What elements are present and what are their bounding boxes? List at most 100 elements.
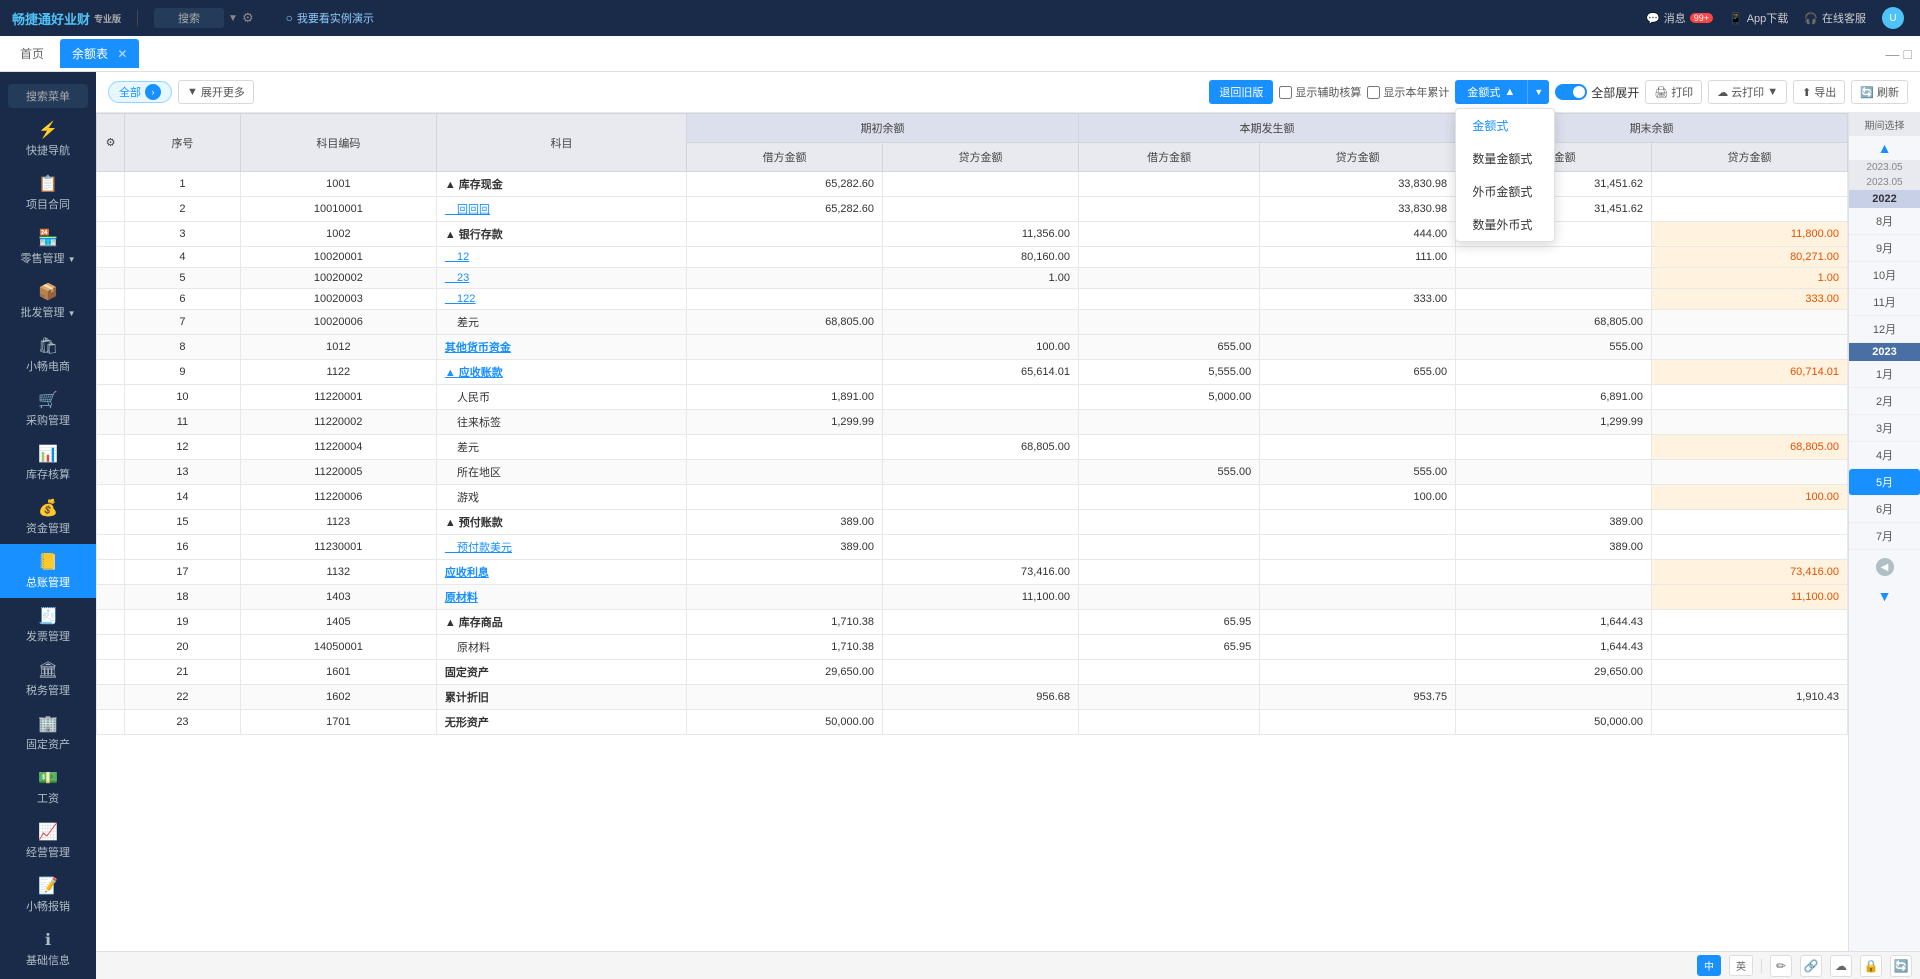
- rp-collapse-btn[interactable]: ◀: [1876, 558, 1894, 576]
- tab-home[interactable]: 首页: [8, 39, 56, 68]
- search-box[interactable]: 搜索 ▼ ⚙: [154, 8, 254, 28]
- mode-dropdown-btn[interactable]: ▼: [1527, 80, 1549, 104]
- rp-month-2[interactable]: 2月: [1849, 388, 1920, 415]
- row-opening-credit: 956.68: [883, 685, 1079, 710]
- wholesale-icon: 📦: [4, 282, 92, 302]
- sidebar-item-base[interactable]: ℹ 基础信息: [0, 922, 96, 976]
- rp-month-4[interactable]: 4月: [1849, 442, 1920, 469]
- rp-month-3[interactable]: 3月: [1849, 415, 1920, 442]
- sidebar-item-retail[interactable]: 🏪 零售管理 ▼: [0, 220, 96, 274]
- row-opening-credit: [883, 385, 1079, 410]
- row-subject[interactable]: 23: [436, 268, 686, 289]
- rp-down-btn[interactable]: ▼: [1878, 588, 1892, 604]
- sidebar-item-assets[interactable]: 🏢 固定资产: [0, 706, 96, 760]
- row-opening-credit: [883, 485, 1079, 510]
- sidebar-item-capital[interactable]: 💰 资金管理: [0, 490, 96, 544]
- app-edition: 专业版: [94, 12, 121, 25]
- rp-month-8[interactable]: 8月: [1849, 208, 1920, 235]
- demo-link[interactable]: ○ 我要看实例演示: [286, 10, 374, 26]
- rp-up-btn[interactable]: ▲: [1878, 140, 1892, 156]
- dropdown-item-amount[interactable]: 金额式: [1456, 109, 1554, 142]
- sidebar-item-contract[interactable]: 📋 项目合同: [0, 166, 96, 220]
- minimize-icon[interactable]: —: [1886, 46, 1900, 62]
- support-icon: 🎧: [1804, 12, 1818, 25]
- content-area: 全部 › ▼ 展开更多 退回旧版 显示辅助核算 显示本年累计: [96, 72, 1920, 979]
- table-row: 191405▲ 库存商品1,710.3865.951,644.43: [97, 610, 1848, 635]
- row-subject[interactable]: ▲ 应收账款: [436, 360, 686, 385]
- sidebar-item-purchase[interactable]: 🛒 采购管理: [0, 382, 96, 436]
- sidebar-item-ledger[interactable]: 📒 总账管理: [0, 544, 96, 598]
- sidebar-base-label: 基础信息: [26, 955, 70, 967]
- row-code: 1012: [240, 335, 436, 360]
- table-right-wrapper: ⚙ 序号 科目编码 科目 期初余额 本期发生额 期末余额 借方金额 贷方金额 借…: [96, 113, 1920, 951]
- app-download-btn[interactable]: 📱 App下载: [1729, 10, 1788, 26]
- sync-icon-btn[interactable]: 🔄: [1890, 955, 1912, 977]
- dropdown-item-foreign-amount[interactable]: 外币金额式: [1456, 175, 1554, 208]
- mode-btn[interactable]: 金额式 ▲: [1455, 80, 1527, 104]
- tab-balance[interactable]: 余额表 ✕: [60, 39, 139, 68]
- rp-month-12[interactable]: 12月: [1849, 316, 1920, 343]
- print-btn[interactable]: 🖨 打印: [1645, 80, 1702, 104]
- sidebar-item-inventory[interactable]: 📊 库存核算: [0, 436, 96, 490]
- row-subject[interactable]: 122: [436, 289, 686, 310]
- refresh-btn[interactable]: 🔄 刷新: [1851, 80, 1908, 104]
- rp-month-10[interactable]: 10月: [1849, 262, 1920, 289]
- filter-arrow-icon[interactable]: ›: [145, 84, 161, 100]
- lock-icon-btn[interactable]: 🔒: [1860, 955, 1882, 977]
- link-icon-btn[interactable]: 🔗: [1800, 955, 1822, 977]
- message-btn[interactable]: 💬 消息 99+: [1646, 10, 1713, 26]
- row-subject[interactable]: 12: [436, 247, 686, 268]
- row-closing-credit: [1652, 172, 1848, 197]
- return-old-version-btn[interactable]: 退回旧版: [1209, 80, 1273, 104]
- row-subject[interactable]: 应收利息: [436, 560, 686, 585]
- sidebar-item-wholesale[interactable]: 📦 批发管理 ▼: [0, 274, 96, 328]
- sidebar-item-ecommerce[interactable]: 🛍 小畅电商: [0, 328, 96, 382]
- table-header-row-1: ⚙ 序号 科目编码 科目 期初余额 本期发生额 期末余额: [97, 114, 1848, 143]
- export-btn[interactable]: ⬆ 导出: [1793, 80, 1845, 104]
- sidebar-item-invoice[interactable]: 🧾 发票管理: [0, 598, 96, 652]
- row-closing-credit: 80,271.00: [1652, 247, 1848, 268]
- cloud-icon-btn[interactable]: ☁: [1830, 955, 1852, 977]
- row-subject[interactable]: 回回回: [436, 197, 686, 222]
- close-icon[interactable]: ✕: [117, 47, 127, 61]
- sidebar-item-quicknav[interactable]: ⚡ 快捷导航: [0, 112, 96, 166]
- lang-en-btn[interactable]: 英: [1729, 955, 1753, 976]
- rp-month-11[interactable]: 11月: [1849, 289, 1920, 316]
- row-subject[interactable]: 其他货币资金: [436, 335, 686, 360]
- row-opening-credit: 80,160.00: [883, 247, 1079, 268]
- row-subject[interactable]: 原材料: [436, 585, 686, 610]
- dropdown-item-qty-foreign[interactable]: 数量外币式: [1456, 208, 1554, 241]
- cloud-print-btn[interactable]: ☁ 云打印 ▼: [1708, 80, 1787, 104]
- user-area[interactable]: U: [1882, 7, 1908, 29]
- settings-col-header[interactable]: ⚙: [97, 114, 125, 172]
- show-ytd-checkbox[interactable]: [1367, 86, 1380, 99]
- row-period-debit: [1078, 585, 1259, 610]
- rp-month-6[interactable]: 6月: [1849, 496, 1920, 523]
- rp-month-1[interactable]: 1月: [1849, 361, 1920, 388]
- show-auxiliary-checkbox[interactable]: [1279, 86, 1292, 99]
- edit-icon-btn[interactable]: ✏: [1770, 955, 1792, 977]
- search-menu-btn[interactable]: 搜索菜单: [8, 84, 88, 108]
- sidebar-item-operations[interactable]: 📈 经营管理: [0, 814, 96, 868]
- show-auxiliary-label[interactable]: 显示辅助核算: [1279, 84, 1361, 100]
- rp-month-5-active[interactable]: 5月: [1849, 469, 1920, 496]
- toggle-control[interactable]: [1555, 84, 1587, 100]
- maximize-icon[interactable]: □: [1904, 46, 1912, 62]
- row-closing-debit: [1456, 247, 1652, 268]
- rp-month-7[interactable]: 7月: [1849, 523, 1920, 550]
- show-ytd-label[interactable]: 显示本年累计: [1367, 84, 1449, 100]
- row-closing-credit: [1652, 635, 1848, 660]
- dropdown-item-qty-amount[interactable]: 数量金额式: [1456, 142, 1554, 175]
- row-subject[interactable]: 预付款美元: [436, 535, 686, 560]
- print-label: 打印: [1671, 84, 1693, 100]
- rp-month-9[interactable]: 9月: [1849, 235, 1920, 262]
- expand-more-btn[interactable]: ▼ 展开更多: [178, 80, 254, 104]
- row-closing-debit: [1456, 360, 1652, 385]
- filter-all-tag[interactable]: 全部 ›: [108, 81, 172, 103]
- online-support-btn[interactable]: 🎧 在线客服: [1804, 10, 1866, 26]
- sidebar-item-payroll[interactable]: 💵 工资: [0, 760, 96, 814]
- sidebar-item-expense[interactable]: 📝 小畅报销: [0, 868, 96, 922]
- lang-cn-btn[interactable]: 中: [1697, 955, 1721, 976]
- sidebar-item-tax[interactable]: 🏛 税务管理: [0, 652, 96, 706]
- expand-all-toggle[interactable]: 全部展开: [1555, 84, 1639, 101]
